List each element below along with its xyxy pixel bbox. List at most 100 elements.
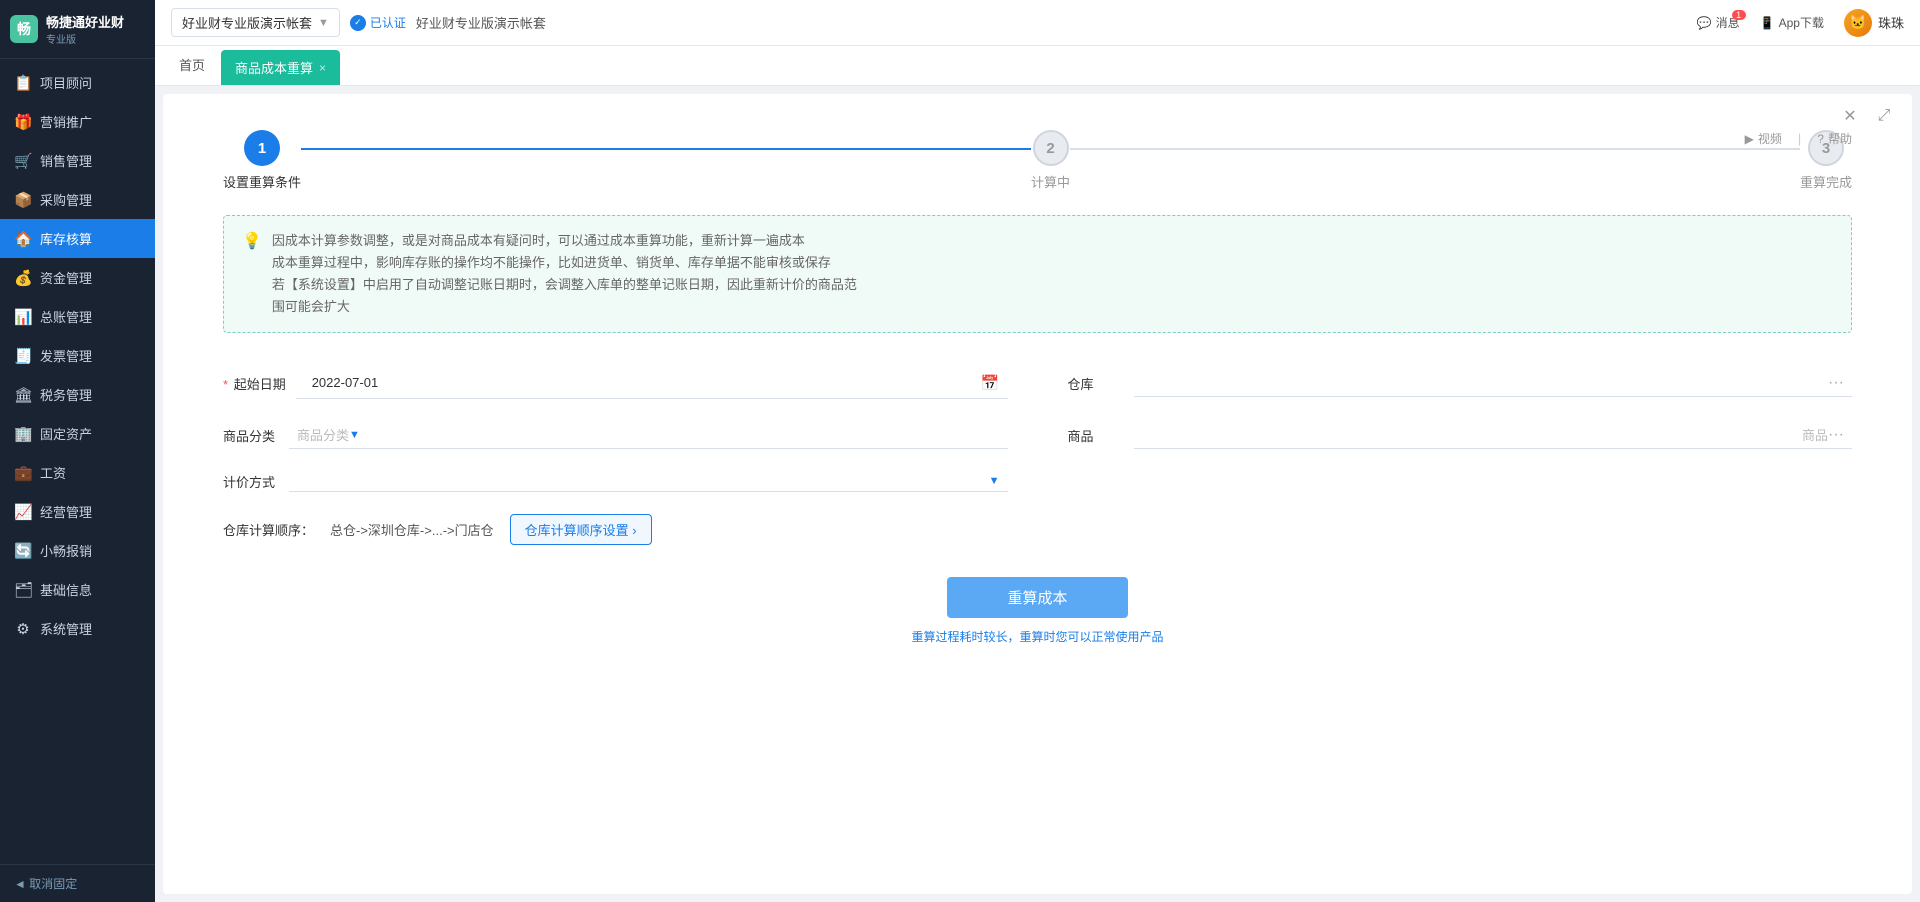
sales-icon: 🛒 xyxy=(14,152,32,170)
sidebar-item-operation[interactable]: 📈 经营管理 xyxy=(0,492,155,531)
sidebar-item-basic[interactable]: 🗂 基础信息 xyxy=(0,570,155,609)
info-line-1: 因成本计算参数调整，或是对商品成本有疑问时，可以通过成本重算功能，重新计算一遍成… xyxy=(272,233,805,248)
start-date-input-wrapper[interactable]: 📅 xyxy=(296,367,1008,399)
content-actions: ✕ ⤢ xyxy=(1838,104,1896,128)
sidebar-item-expense[interactable]: 🔄 小畅报销 xyxy=(0,531,155,570)
app-download-btn[interactable]: 📱 App下载 xyxy=(1760,14,1824,31)
salary-icon: 💼 xyxy=(14,464,32,482)
category-field: 商品分类 商品分类 ▼ xyxy=(223,421,1008,449)
help-link[interactable]: ? 帮助 xyxy=(1817,130,1852,147)
sidebar-item-assets[interactable]: 🏢 固定资产 xyxy=(0,414,155,453)
product-dots-icon[interactable]: ··· xyxy=(1828,426,1844,444)
sidebar-header: 畅 畅捷通好业财 专业版 xyxy=(0,0,155,59)
verified-badge: ✓ 已认证 xyxy=(350,14,406,31)
tabbar: 首页 商品成本重算 × xyxy=(155,46,1920,86)
form-container: * 起始日期 📅 仓库 ··· xyxy=(163,357,1912,675)
category-arrow-icon: ▼ xyxy=(349,429,360,441)
pricing-field: 计价方式 ▼ xyxy=(223,471,1008,492)
sidebar-item-finance[interactable]: 💰 资金管理 xyxy=(0,258,155,297)
message-btn[interactable]: 💬 消息 1 xyxy=(1697,14,1740,31)
info-icon: 💡 xyxy=(242,231,262,318)
sidebar-item-marketing[interactable]: 🎁 营销推广 xyxy=(0,102,155,141)
sidebar-item-label: 采购管理 xyxy=(40,190,92,209)
system-icon: ⚙ xyxy=(14,620,32,638)
pricing-select[interactable]: ▼ xyxy=(289,471,1008,492)
warehouse-input-wrapper[interactable]: ··· xyxy=(1134,370,1853,397)
topbar-right: 💬 消息 1 📱 App下载 🐱 珠珠 xyxy=(1697,9,1904,37)
steps-container: 1 设置重算条件 2 计算中 3 重算完成 ▶ xyxy=(163,94,1912,215)
sidebar-item-inventory[interactable]: 🏠 库存核算 xyxy=(0,219,155,258)
required-mark: * xyxy=(223,377,228,392)
start-date-field: * 起始日期 📅 xyxy=(223,367,1008,399)
app-download-label: App下载 xyxy=(1779,14,1824,31)
sidebar-item-accounting[interactable]: 📊 总账管理 xyxy=(0,297,155,336)
step-line-2 xyxy=(1070,148,1800,150)
help-links: ▶ 视频 | ? 帮助 xyxy=(1745,130,1852,147)
start-date-input[interactable] xyxy=(304,371,981,394)
close-icon: ✕ xyxy=(1843,106,1856,126)
expand-panel-btn[interactable]: ⤢ xyxy=(1872,104,1896,128)
operation-icon: 📈 xyxy=(14,503,32,521)
message-icon: 💬 xyxy=(1697,16,1712,30)
sidebar-item-salary[interactable]: 💼 工资 xyxy=(0,453,155,492)
step-3-label: 重算完成 xyxy=(1800,172,1852,191)
warehouse-input[interactable] xyxy=(1142,375,1829,390)
video-link[interactable]: ▶ 视频 xyxy=(1745,130,1782,147)
phone-icon: 📱 xyxy=(1760,16,1775,30)
tab-home[interactable]: 首页 xyxy=(163,46,221,85)
account-selector[interactable]: 好业财专业版演示帐套 ▼ xyxy=(171,8,340,37)
info-line-2: 成本重算过程中，影响库存账的操作均不能操作，比如进货单、销货单、库存单据不能审核… xyxy=(272,255,831,270)
help-label: 帮助 xyxy=(1828,130,1852,147)
calendar-icon[interactable]: 📅 xyxy=(981,374,1000,392)
pricing-arrow-icon: ▼ xyxy=(989,475,1000,487)
sidebar-item-project[interactable]: 📋 项目顾问 xyxy=(0,63,155,102)
form-row-1: * 起始日期 📅 仓库 ··· xyxy=(223,367,1852,399)
purchase-icon: 📦 xyxy=(14,191,32,209)
sidebar-item-label: 总账管理 xyxy=(40,307,92,326)
sidebar-item-tax[interactable]: 🏛 税务管理 xyxy=(0,375,155,414)
warehouse-order-btn[interactable]: 仓库计算顺序设置 › xyxy=(510,514,652,545)
category-select[interactable]: 商品分类 ▼ xyxy=(289,421,1008,449)
step-1-label: 设置重算条件 xyxy=(223,172,301,191)
step-line-1 xyxy=(301,148,1031,150)
product-input-wrapper[interactable]: 商品 ··· xyxy=(1134,421,1853,449)
user-menu[interactable]: 🐱 珠珠 xyxy=(1844,9,1904,37)
form-row-3: 计价方式 ▼ xyxy=(223,471,1852,492)
inventory-icon: 🏠 xyxy=(14,230,32,248)
tab-recalc[interactable]: 商品成本重算 × xyxy=(221,50,340,85)
warehouse-field: 仓库 ··· xyxy=(1068,370,1853,397)
unpin-label: ◄ 取消固定 xyxy=(14,875,77,892)
project-icon: 📋 xyxy=(14,74,32,92)
basic-icon: 🗂 xyxy=(14,581,32,599)
warehouse-label: 仓库 xyxy=(1068,374,1124,393)
close-panel-btn[interactable]: ✕ xyxy=(1838,104,1862,128)
marketing-icon: 🎁 xyxy=(14,113,32,131)
sidebar-item-invoice[interactable]: 🧾 发票管理 xyxy=(0,336,155,375)
step-2-wrapper: 2 计算中 xyxy=(1031,130,1070,191)
expense-icon: 🔄 xyxy=(14,542,32,560)
warehouse-order-label: 仓库计算顺序： xyxy=(223,520,314,539)
tab-close-icon[interactable]: × xyxy=(319,61,326,75)
tab-home-label: 首页 xyxy=(179,55,205,74)
invoice-icon: 🧾 xyxy=(14,347,32,365)
product-input[interactable] xyxy=(1142,427,1803,442)
sidebar-item-purchase[interactable]: 📦 采购管理 xyxy=(0,180,155,219)
finance-icon: 💰 xyxy=(14,269,32,287)
sidebar-item-label: 资金管理 xyxy=(40,268,92,287)
info-line-3: 若【系统设置】中启用了自动调整记账日期时，会调整入库单的整单记账日期，因此重新计… xyxy=(272,277,857,292)
account-name: 好业财专业版演示帐套 xyxy=(182,13,312,32)
warehouse-order-row: 仓库计算顺序： 总仓->深圳仓库->...->门店仓 仓库计算顺序设置 › xyxy=(223,514,1852,545)
sidebar-item-label: 基础信息 xyxy=(40,580,92,599)
sidebar-item-system[interactable]: ⚙ 系统管理 xyxy=(0,609,155,648)
warehouse-dots-icon[interactable]: ··· xyxy=(1828,374,1844,392)
category-label: 商品分类 xyxy=(223,426,279,445)
sidebar-unpin[interactable]: ◄ 取消固定 xyxy=(0,864,155,902)
video-label: 视频 xyxy=(1758,130,1782,147)
recalc-btn[interactable]: 重算成本 xyxy=(947,577,1127,618)
content-area: ✕ ⤢ 1 设置重算条件 2 计算中 xyxy=(163,94,1912,894)
sidebar-item-sales[interactable]: 🛒 销售管理 xyxy=(0,141,155,180)
sidebar-item-label: 库存核算 xyxy=(40,229,92,248)
sidebar-item-label: 固定资产 xyxy=(40,424,92,443)
product-placeholder-text: 商品 xyxy=(1802,425,1828,444)
assets-icon: 🏢 xyxy=(14,425,32,443)
